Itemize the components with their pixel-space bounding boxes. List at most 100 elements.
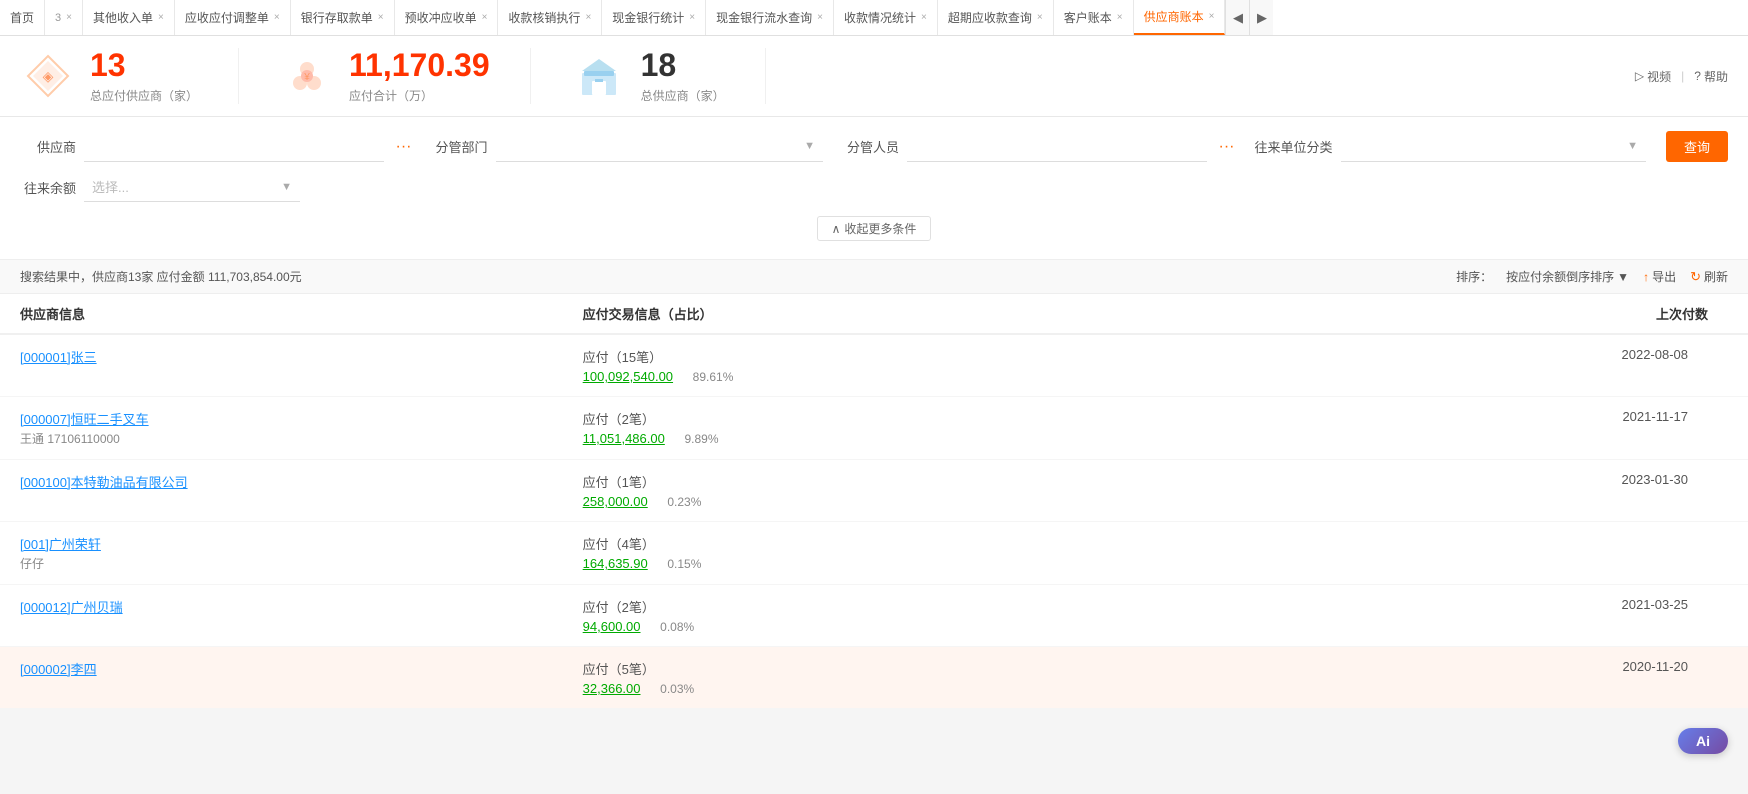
transaction-cell-0: 应付（15笔） 100,092,540.00 89.61%	[583, 347, 1333, 384]
dept-select[interactable]: ▼	[496, 132, 824, 162]
stat-label-total: 应付合计（万）	[349, 87, 490, 104]
supplier-link-2[interactable]: [000100]本特勒油品有限公司	[20, 472, 583, 491]
collapse-bar: ∧ 收起更多条件	[20, 212, 1728, 249]
tx-amount-3[interactable]: 164,635.90	[583, 556, 648, 571]
tx-amount-5[interactable]: 32,366.00	[583, 681, 641, 696]
supplier-dots[interactable]: ···	[396, 138, 412, 156]
supplier-cell-4: [000012]广州贝瑞	[20, 597, 583, 616]
ai-assistant-button[interactable]: Ai	[1678, 728, 1728, 754]
last-pay-date-1: 2021-11-17	[1333, 409, 1708, 424]
close-icon-payment-stats[interactable]: ×	[921, 12, 927, 23]
supplier-link-4[interactable]: [000012]广州贝瑞	[20, 597, 583, 616]
tx-amount-2[interactable]: 258,000.00	[583, 494, 648, 509]
video-icon: ▷	[1635, 69, 1644, 83]
nav-item-cash-stats[interactable]: 现金银行统计 ×	[602, 0, 706, 35]
col-header-supplier: 供应商信息	[20, 304, 583, 323]
stat-payable-total: ¥ 11,170.39 应付合计（万）	[279, 48, 531, 104]
tx-pct-4: 0.08%	[660, 620, 694, 634]
col-header-last-pay: 上次付数	[1333, 304, 1728, 323]
close-icon-other-income[interactable]: ×	[158, 12, 164, 23]
result-summary: 搜索结果中，供应商13家 应付金额 111,703,854.00元	[20, 268, 302, 285]
stat-number-suppliers: 18	[641, 48, 725, 83]
tx-pct-3: 0.15%	[667, 557, 701, 571]
nav-label-cash-flow: 现金银行流水查询	[716, 9, 812, 26]
nav-item-payment-stats[interactable]: 收款情况统计 ×	[834, 0, 938, 35]
category-select[interactable]: ▼	[1341, 132, 1646, 162]
close-icon-cash-flow[interactable]: ×	[817, 12, 823, 23]
filter-dept: 分管部门 ▼	[432, 132, 824, 162]
last-pay-date-0: 2022-08-08	[1333, 347, 1708, 362]
refresh-button[interactable]: ↻ 刷新	[1690, 268, 1728, 285]
help-link[interactable]: ? 帮助	[1694, 68, 1728, 85]
table-row: [000001]张三 应付（15笔） 100,092,540.00 89.61%…	[0, 335, 1748, 397]
store-icon	[571, 48, 627, 104]
diamond-icon: ◈	[20, 48, 76, 104]
supplier-cell-3: [001]广州荣轩 仔仔	[20, 534, 583, 572]
supplier-link-3[interactable]: [001]广州荣轩	[20, 534, 583, 553]
nav-item-overdue[interactable]: 超期应收款查询 ×	[938, 0, 1054, 35]
supplier-link-0[interactable]: [000001]张三	[20, 347, 583, 366]
tx-amount-row-0: 100,092,540.00 89.61%	[583, 369, 1333, 384]
supplier-link-1[interactable]: [000007]恒旺二手叉车	[20, 409, 583, 428]
close-icon-adjustment[interactable]: ×	[274, 12, 280, 23]
query-button[interactable]: 查询	[1666, 131, 1728, 162]
nav-item-collection[interactable]: 收款核销执行 ×	[498, 0, 602, 35]
supplier-sub-3: 仔仔	[20, 555, 583, 572]
balance-select[interactable]: 选择... ▼	[84, 172, 300, 202]
last-pay-date-5: 2020-11-20	[1333, 659, 1708, 674]
export-icon: ↑	[1643, 270, 1649, 284]
tx-amount-0[interactable]: 100,092,540.00	[583, 369, 673, 384]
filter-row-1: 供应商 ··· 分管部门 ▼ 分管人员 ··· 往来单位分类 ▼ 查询	[20, 131, 1728, 162]
nav-next-arrow[interactable]: ▶	[1249, 0, 1273, 36]
balance-label: 往来余额	[20, 178, 76, 197]
close-icon-bank-deposit[interactable]: ×	[378, 12, 384, 23]
nav-label-bank-deposit: 银行存取款单	[301, 9, 373, 26]
sort-label: 排序：	[1456, 268, 1492, 285]
balance-select-text: 选择...	[92, 177, 281, 196]
nav-label-payment-stats: 收款情况统计	[844, 9, 916, 26]
supplier-link-5[interactable]: [000002]李四	[20, 659, 583, 678]
tx-pct-0: 89.61%	[693, 370, 734, 384]
tx-amount-1[interactable]: 11,051,486.00	[583, 431, 665, 446]
close-icon-customer-ledger[interactable]: ×	[1117, 12, 1123, 23]
svg-text:◈: ◈	[43, 68, 54, 84]
nav-item-customer-ledger[interactable]: 客户账本 ×	[1054, 0, 1134, 35]
close-icon-cash-stats[interactable]: ×	[689, 12, 695, 23]
filter-category: 往来单位分类 ▼	[1255, 132, 1647, 162]
person-input[interactable]	[907, 132, 1207, 162]
nav-item-adjustment[interactable]: 应收应付调整单 ×	[175, 0, 291, 35]
supplier-sub-1: 王通 17106110000	[20, 430, 583, 447]
nav-item-3[interactable]: 3 ×	[45, 0, 83, 35]
video-link[interactable]: ▷ 视频	[1635, 68, 1671, 85]
nav-item-prepay[interactable]: 预收冲应收单 ×	[395, 0, 499, 35]
nav-item-bank-deposit[interactable]: 银行存取款单 ×	[291, 0, 395, 35]
close-icon-prepay[interactable]: ×	[482, 12, 488, 23]
nav-prev-arrow[interactable]: ◀	[1225, 0, 1249, 36]
refresh-label: 刷新	[1704, 268, 1728, 285]
filter-row-2: 往来余额 选择... ▼	[20, 172, 300, 202]
person-dots[interactable]: ···	[1219, 138, 1235, 156]
stats-bar: ◈ 13 总应付供应商（家） ¥ 11,170.39 应付合计（万）	[0, 36, 1748, 117]
nav-item-other-income[interactable]: 其他收入单 ×	[83, 0, 175, 35]
sort-select[interactable]: 按应付余额倒序排序 ▼	[1506, 268, 1629, 285]
table-row: [000012]广州贝瑞 应付（2笔） 94,600.00 0.08% 2021…	[0, 585, 1748, 647]
export-button[interactable]: ↑ 导出	[1643, 268, 1676, 285]
nav-item-home[interactable]: 首页	[0, 0, 45, 35]
balance-chevron-down-icon: ▼	[281, 181, 292, 193]
close-icon-collection[interactable]: ×	[585, 12, 591, 23]
nav-label-adjustment: 应收应付调整单	[185, 9, 269, 26]
close-icon-overdue[interactable]: ×	[1037, 12, 1043, 23]
supplier-cell-5: [000002]李四	[20, 659, 583, 678]
collapse-button[interactable]: ∧ 收起更多条件	[817, 216, 932, 241]
data-table: 供应商信息 应付交易信息（占比） 上次付数 [000001]张三 应付（15笔）…	[0, 294, 1748, 709]
filter-supplier: 供应商 ···	[20, 132, 412, 162]
supplier-input[interactable]	[84, 132, 384, 162]
stat-number-payable: 13	[90, 48, 198, 83]
close-icon-3[interactable]: ×	[66, 12, 72, 23]
sort-chevron-down-icon: ▼	[1617, 270, 1629, 284]
nav-item-supplier-ledger[interactable]: 供应商账本 ×	[1134, 0, 1226, 35]
person-label: 分管人员	[843, 137, 899, 156]
close-icon-supplier-ledger[interactable]: ×	[1209, 11, 1215, 22]
tx-amount-4[interactable]: 94,600.00	[583, 619, 641, 634]
nav-item-cash-flow[interactable]: 现金银行流水查询 ×	[706, 0, 834, 35]
